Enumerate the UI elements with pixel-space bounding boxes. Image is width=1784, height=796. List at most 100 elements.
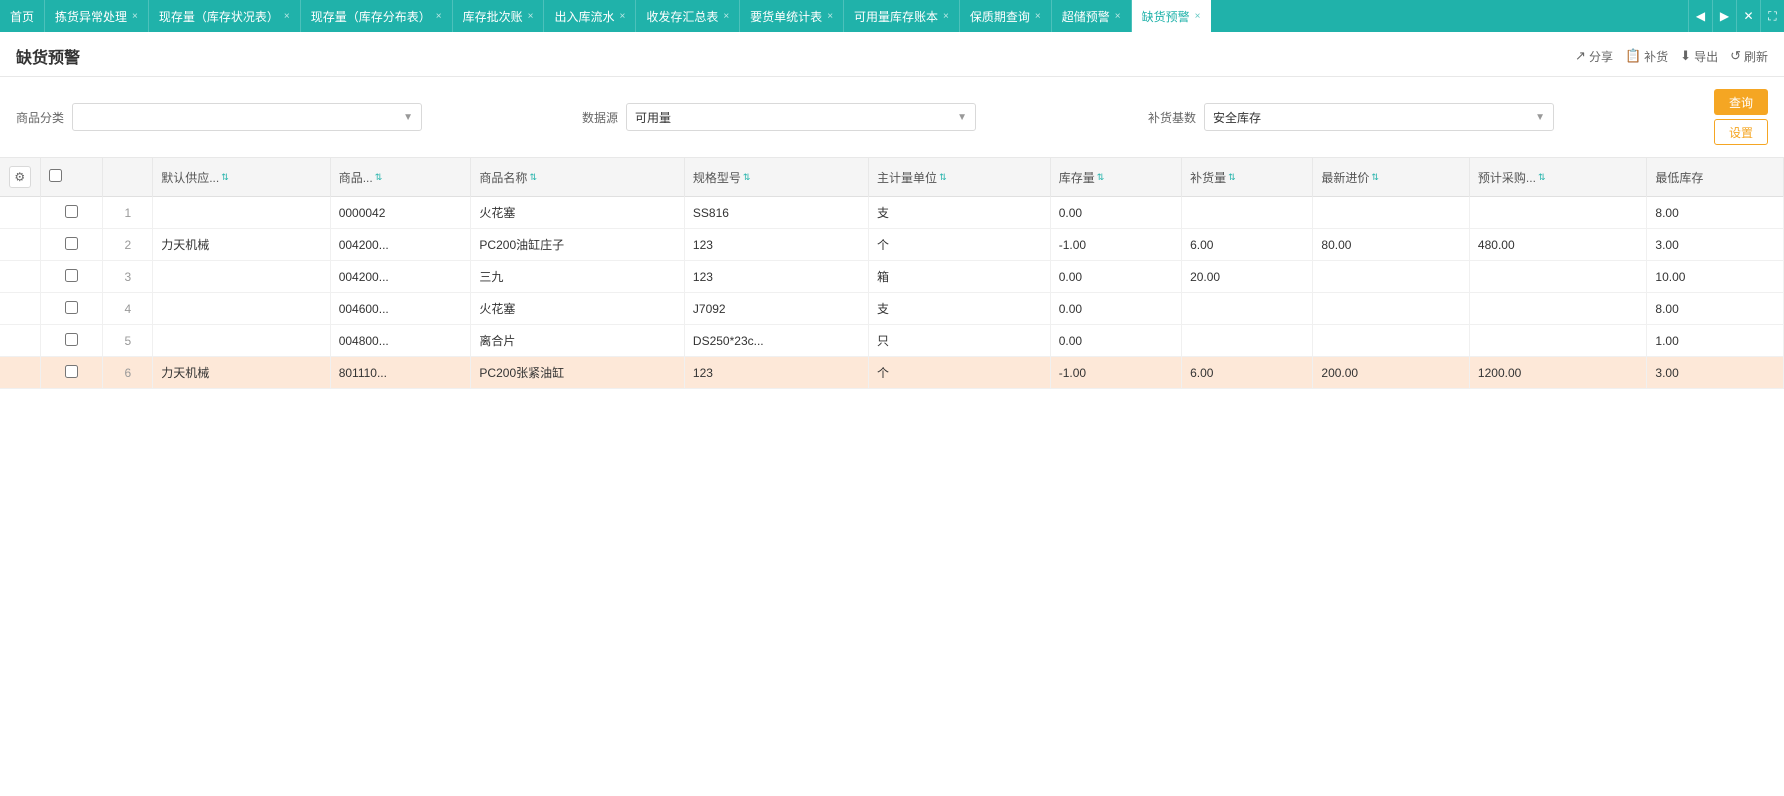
row-latest-price-0 — [1313, 197, 1470, 229]
row-product-code-3: 004600... — [330, 293, 471, 325]
share-button[interactable]: ↗ 分享 — [1575, 48, 1613, 65]
query-button[interactable]: 查询 — [1714, 89, 1768, 115]
table-row: 3 004200... 三九 123 箱 0.00 20.00 10.00 — [0, 261, 1784, 293]
col-gear[interactable]: ⚙ — [0, 158, 40, 197]
row-unit-5: 个 — [869, 357, 1051, 389]
row-supplier-1: 力天机械 — [153, 229, 331, 261]
close-tab-xiancunliang2[interactable]: × — [436, 11, 442, 22]
tab-keyongliang[interactable]: 可用量库存账本 × — [844, 0, 960, 32]
col-stock[interactable]: 库存量 ⇅ — [1050, 158, 1181, 197]
export-button[interactable]: ⬇ 导出 — [1680, 48, 1718, 65]
filter-select-datasource[interactable]: 可用量 ▼ — [626, 103, 976, 131]
row-checkbox-0[interactable] — [65, 205, 78, 218]
row-num-0: 1 — [103, 197, 153, 229]
row-stock-2: 0.00 — [1050, 261, 1181, 293]
close-tab-jianhuo[interactable]: × — [132, 11, 138, 22]
close-tab-quehuo[interactable]: × — [1195, 11, 1201, 22]
tab-home[interactable]: 首页 — [0, 0, 45, 32]
filter-label-datasource: 数据源 — [582, 109, 618, 126]
tab-churukuliu[interactable]: 出入库流水 × — [544, 0, 636, 32]
sort-icon-unit: ⇅ — [939, 172, 947, 183]
table-row: 4 004600... 火花塞 J7092 支 0.00 8.00 — [0, 293, 1784, 325]
row-checkbox-cell-2 — [40, 261, 103, 293]
sort-icon-product-name: ⇅ — [529, 172, 537, 183]
row-checkbox-4[interactable] — [65, 333, 78, 346]
col-est-purchase[interactable]: 预计采购... ⇅ — [1469, 158, 1647, 197]
close-tab-baozhi[interactable]: × — [1035, 11, 1041, 22]
row-replenish-2: 20.00 — [1182, 261, 1313, 293]
col-min-stock[interactable]: 最低库存 — [1647, 158, 1784, 197]
filter-buttons: 查询 设置 — [1714, 89, 1768, 145]
row-gear-cell-2 — [0, 261, 40, 293]
close-tab-shoufacun[interactable]: × — [723, 11, 729, 22]
close-tab-yaohuo[interactable]: × — [827, 11, 833, 22]
row-checkbox-3[interactable] — [65, 301, 78, 314]
tab-next-btn[interactable]: ▶ — [1712, 0, 1736, 32]
tab-prev-btn[interactable]: ◀ — [1688, 0, 1712, 32]
tab-fullscreen-btn[interactable]: ⛶ — [1760, 0, 1784, 32]
tab-close-all-btn[interactable]: ✕ — [1736, 0, 1760, 32]
row-num-1: 2 — [103, 229, 153, 261]
table-row: 6 力天机械 801110... PC200张紧油缸 123 个 -1.00 6… — [0, 357, 1784, 389]
row-min-stock-4: 1.00 — [1647, 325, 1784, 357]
row-gear-cell-4 — [0, 325, 40, 357]
row-product-code-5: 801110... — [330, 357, 471, 389]
tab-yaohuo[interactable]: 要货单统计表 × — [740, 0, 844, 32]
refresh-button[interactable]: ↺ 刷新 — [1730, 48, 1768, 65]
tab-jianhuo[interactable]: 拣货异常处理 × — [45, 0, 149, 32]
tab-baozhi[interactable]: 保质期查询 × — [960, 0, 1052, 32]
sort-icon-est-purchase: ⇅ — [1538, 172, 1546, 183]
row-product-code-0: 0000042 — [330, 197, 471, 229]
row-replenish-4 — [1182, 325, 1313, 357]
row-product-code-2: 004200... — [330, 261, 471, 293]
close-tab-chaochuyujing[interactable]: × — [1115, 11, 1121, 22]
table-row: 5 004800... 离合片 DS250*23c... 只 0.00 1.00 — [0, 325, 1784, 357]
row-supplier-3 — [153, 293, 331, 325]
tab-xiancunliang2[interactable]: 现存量（库存分布表） × — [301, 0, 453, 32]
row-checkbox-2[interactable] — [65, 269, 78, 282]
row-checkbox-5[interactable] — [65, 365, 78, 378]
row-num-5: 6 — [103, 357, 153, 389]
row-replenish-5: 6.00 — [1182, 357, 1313, 389]
filter-select-datasource-arrow: ▼ — [957, 112, 967, 123]
close-tab-churukuliu[interactable]: × — [619, 11, 625, 22]
close-tab-xiancunliang1[interactable]: × — [284, 11, 290, 22]
select-all-checkbox[interactable] — [49, 169, 62, 182]
main-content: 缺货预警 ↗ 分享 📋 补货 ⬇ 导出 ↺ 刷新 商品分类 — [0, 32, 1784, 796]
gear-settings-btn[interactable]: ⚙ — [9, 166, 31, 188]
col-spec[interactable]: 规格型号 ⇅ — [684, 158, 868, 197]
tab-shoufacun[interactable]: 收发存汇总表 × — [636, 0, 740, 32]
replenish-button[interactable]: 📋 补货 — [1625, 48, 1668, 65]
row-unit-0: 支 — [869, 197, 1051, 229]
filter-select-replenish-base[interactable]: 安全库存 ▼ — [1204, 103, 1554, 131]
close-tab-kucunpizhang[interactable]: × — [528, 11, 534, 22]
setting-button[interactable]: 设置 — [1714, 119, 1768, 145]
row-stock-4: 0.00 — [1050, 325, 1181, 357]
filter-select-category[interactable]: ▼ — [72, 103, 422, 131]
tab-quehuo[interactable]: 缺货预警 × — [1132, 0, 1212, 32]
row-num-3: 4 — [103, 293, 153, 325]
col-replenish[interactable]: 补货量 ⇅ — [1182, 158, 1313, 197]
row-supplier-2 — [153, 261, 331, 293]
row-est-purchase-4 — [1469, 325, 1647, 357]
row-product-name-5: PC200张紧油缸 — [471, 357, 684, 389]
col-supplier[interactable]: 默认供应... ⇅ — [153, 158, 331, 197]
close-tab-keyongliang[interactable]: × — [943, 11, 949, 22]
table-body: 1 0000042 火花塞 SS816 支 0.00 8.00 2 力天机械 0… — [0, 197, 1784, 389]
tab-chaochuyujing[interactable]: 超储预警 × — [1052, 0, 1132, 32]
tab-kucunpizhang[interactable]: 库存批次账 × — [453, 0, 545, 32]
row-min-stock-3: 8.00 — [1647, 293, 1784, 325]
row-min-stock-2: 10.00 — [1647, 261, 1784, 293]
row-product-code-4: 004800... — [330, 325, 471, 357]
row-checkbox-1[interactable] — [65, 237, 78, 250]
row-product-name-1: PC200油缸庄子 — [471, 229, 684, 261]
row-checkbox-cell-3 — [40, 293, 103, 325]
row-unit-1: 个 — [869, 229, 1051, 261]
tab-xiancunliang1[interactable]: 现存量（库存状况表） × — [149, 0, 301, 32]
table-header-row: ⚙ 默认供应... ⇅ 商品... — [0, 158, 1784, 197]
col-product-code[interactable]: 商品... ⇅ — [330, 158, 471, 197]
col-unit[interactable]: 主计量单位 ⇅ — [869, 158, 1051, 197]
col-product-name[interactable]: 商品名称 ⇅ — [471, 158, 684, 197]
row-latest-price-1: 80.00 — [1313, 229, 1470, 261]
col-latest-price[interactable]: 最新进价 ⇅ — [1313, 158, 1470, 197]
